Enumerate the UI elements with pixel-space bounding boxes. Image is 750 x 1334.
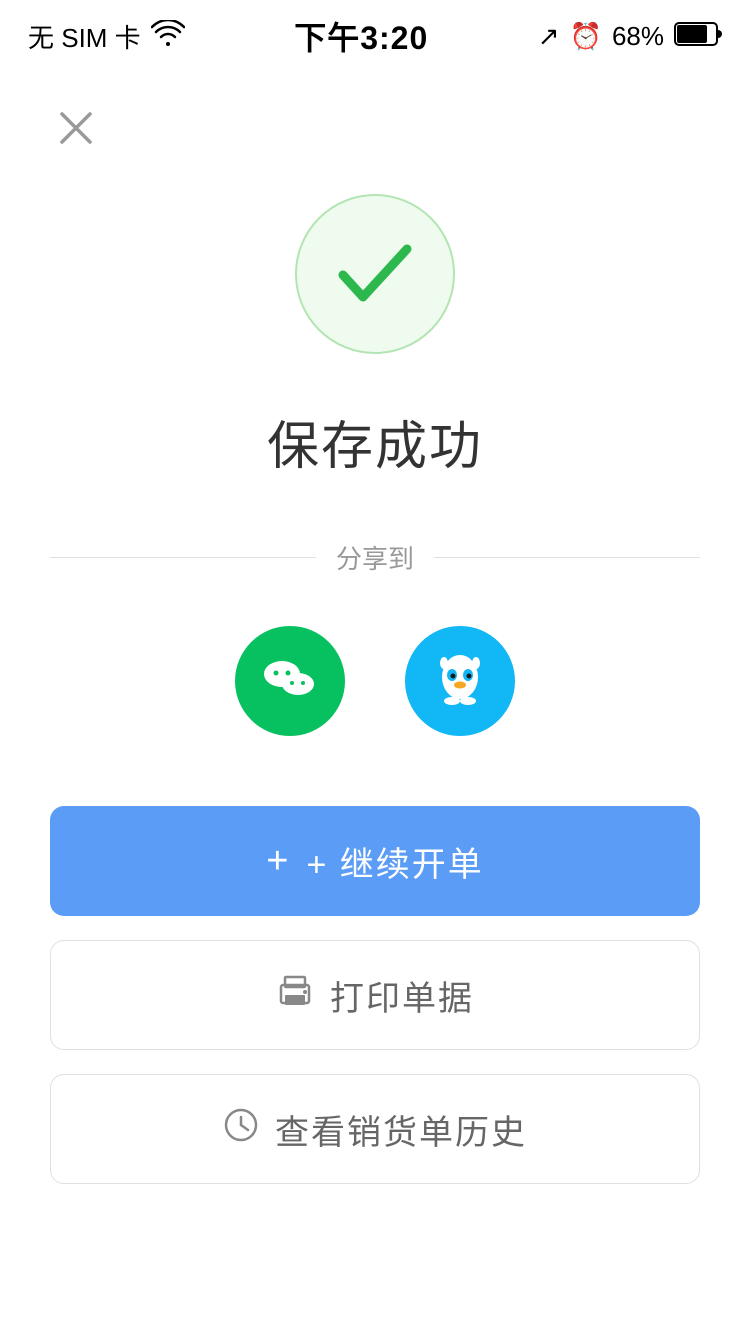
action-buttons: + + 继续开单 打印单据 xyxy=(50,806,700,1184)
printer-icon xyxy=(276,973,314,1018)
status-left: 无 SIM 卡 xyxy=(28,18,185,55)
status-time: 下午3:20 xyxy=(294,13,428,59)
close-button-row xyxy=(50,102,700,154)
plus-icon: + xyxy=(266,840,290,883)
continue-order-button[interactable]: + + 继续开单 xyxy=(50,806,700,916)
status-right: ↗ ⏰ 68% xyxy=(538,21,722,52)
battery-percent: 68% xyxy=(612,21,664,52)
view-history-button[interactable]: 查看销货单历史 xyxy=(50,1074,700,1184)
qq-share-button[interactable] xyxy=(405,626,515,736)
share-label: 分享到 xyxy=(336,539,414,576)
status-bar: 无 SIM 卡 下午3:20 ↗ ⏰ 68% xyxy=(0,0,750,72)
main-content: 保存成功 分享到 xyxy=(0,72,750,1184)
success-icon-circle xyxy=(295,194,455,354)
clock-icon xyxy=(223,1107,259,1152)
success-title: 保存成功 xyxy=(267,404,483,479)
share-divider: 分享到 xyxy=(50,539,700,576)
battery-icon xyxy=(674,21,722,52)
continue-order-label: + 继续开单 xyxy=(306,837,483,886)
wechat-share-button[interactable] xyxy=(235,626,345,736)
divider-line-right xyxy=(434,557,700,558)
close-button[interactable] xyxy=(50,102,102,154)
share-icons-row xyxy=(235,626,515,736)
print-receipt-label: 打印单据 xyxy=(330,971,474,1020)
divider-line-left xyxy=(50,557,316,558)
sim-status: 无 SIM 卡 xyxy=(28,18,141,55)
print-receipt-button[interactable]: 打印单据 xyxy=(50,940,700,1050)
location-icon: ↗ xyxy=(538,21,560,52)
wifi-icon xyxy=(151,20,185,53)
alarm-icon: ⏰ xyxy=(570,21,602,52)
view-history-label: 查看销货单历史 xyxy=(275,1105,527,1154)
